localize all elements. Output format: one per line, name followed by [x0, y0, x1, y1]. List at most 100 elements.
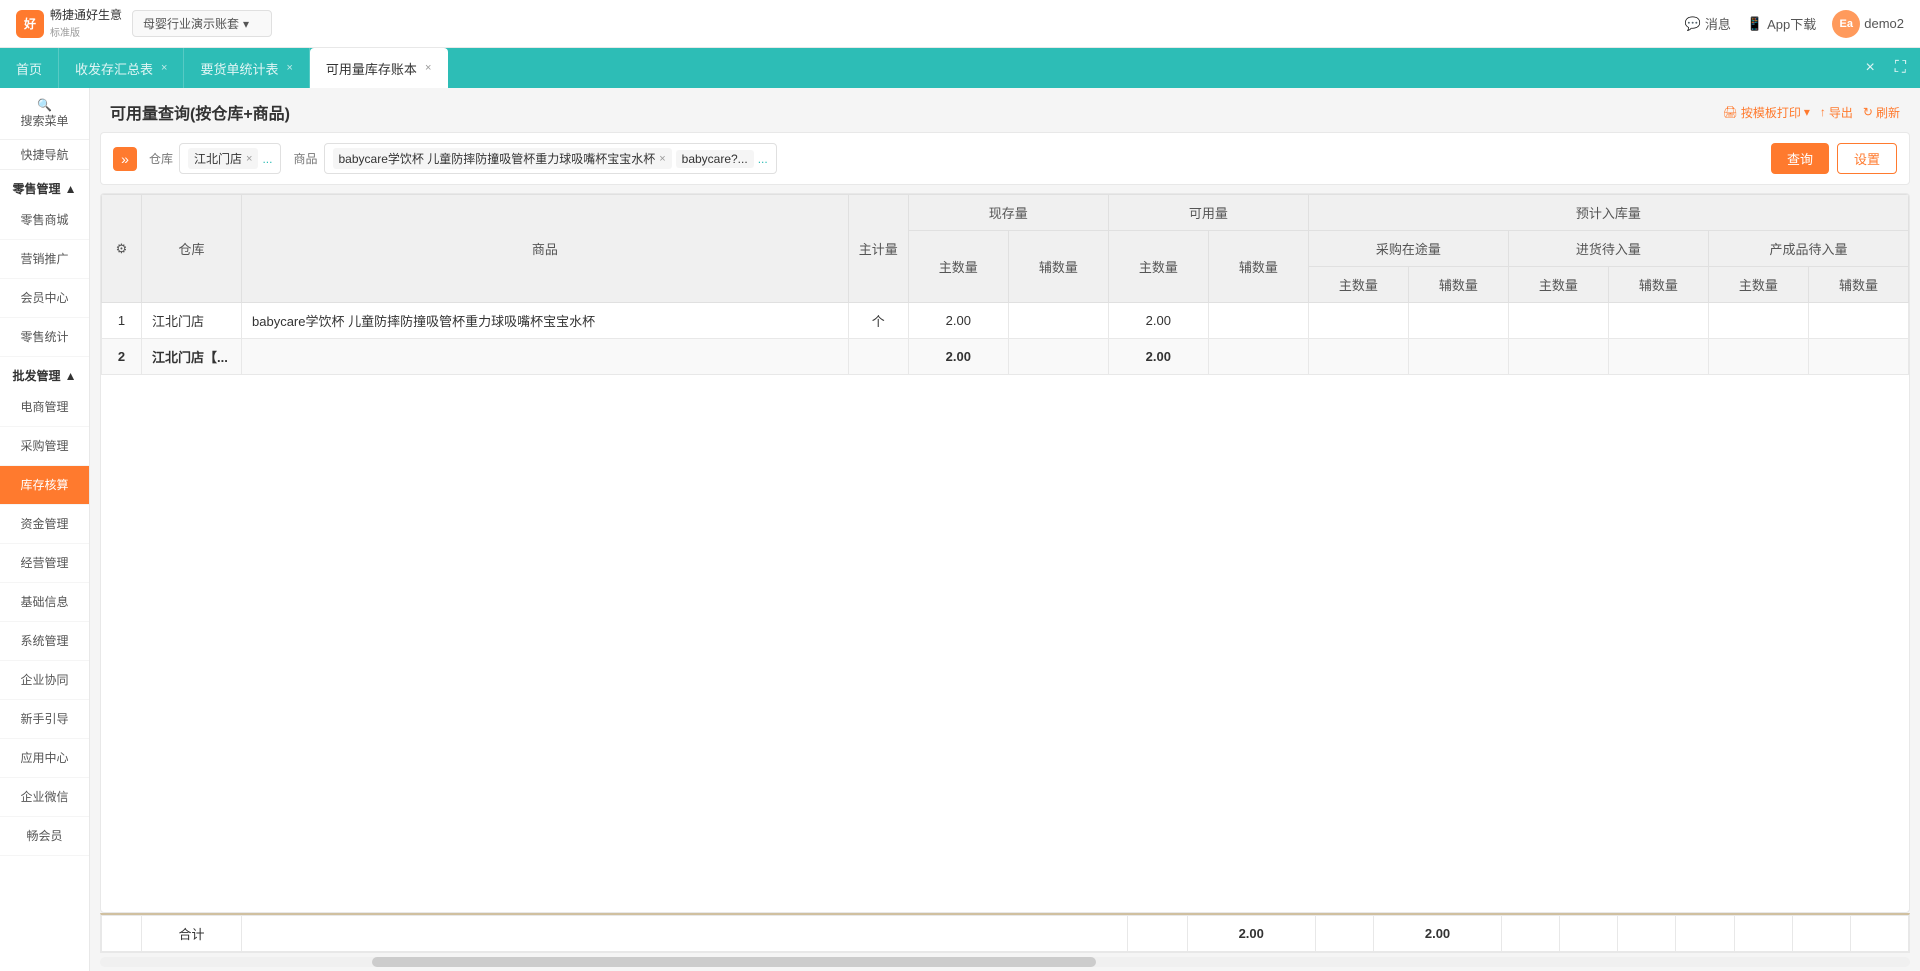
gear-icon: ⚙ [116, 241, 128, 256]
horizontal-scrollbar[interactable] [100, 957, 1910, 967]
row1-index: 1 [102, 303, 142, 339]
sidebar-item-members[interactable]: 会员中心 [0, 279, 89, 318]
row1-warehouse: 江北门店 [142, 303, 242, 339]
print-btn[interactable]: 🖨 按模板打印 ▾ [1723, 104, 1810, 121]
purchase-main-header: 主数量 [1308, 267, 1408, 303]
avatar: Ea [1832, 10, 1860, 38]
industry-selector[interactable]: 母婴行业演示账套 ▾ [132, 10, 272, 37]
sidebar: 🔍 搜索菜单 快捷导航 零售管理 ▲ 零售商城 营销推广 会员中心 零售统计 批… [0, 88, 90, 971]
content-area: 可用量查询(按仓库+商品) 🖨 按模板打印 ▾ ↑ 导出 ↻ 刷新 [90, 88, 1920, 971]
row2-product [242, 339, 849, 375]
row1-incoming-sub [1608, 303, 1708, 339]
user-menu[interactable]: Ea demo2 [1832, 10, 1904, 38]
tab-close-receive[interactable]: × [161, 62, 167, 74]
row2-unit [848, 339, 908, 375]
page-actions: 🖨 按模板打印 ▾ ↑ 导出 ↻ 刷新 [1723, 104, 1900, 121]
sidebar-item-inventory[interactable]: 库存核算 [0, 466, 89, 505]
filter-expand-btn[interactable]: » [113, 147, 137, 171]
row1-avail-main: 2.00 [1108, 303, 1208, 339]
row2-avail-main: 2.00 [1108, 339, 1208, 375]
row1-product: babycare学饮杯 儿童防摔防撞吸管杯重力球吸嘴杯宝宝水杯 [242, 303, 849, 339]
row2-purchase-sub [1408, 339, 1508, 375]
order-stats-label: 要货单统计表 [200, 59, 278, 78]
query-button[interactable]: 查询 [1771, 143, 1829, 174]
tab-close-order[interactable]: × [286, 62, 292, 74]
receive-summary-label: 收发存汇总表 [75, 59, 153, 78]
remove-product-tag1[interactable]: × [659, 153, 665, 165]
sidebar-quick-nav[interactable]: 快捷导航 [0, 140, 89, 170]
home-tab-label: 首页 [16, 59, 42, 78]
row1-incoming-main [1508, 303, 1608, 339]
phone-icon: 📱 [1747, 16, 1763, 32]
table-row: 1 江北门店 babycare学饮杯 儿童防摔防撞吸管杯重力球吸嘴杯宝宝水杯 个… [102, 303, 1909, 339]
tab-receive-summary[interactable]: 收发存汇总表 × [59, 48, 184, 88]
row1-prod-main [1708, 303, 1808, 339]
tab-available-stock[interactable]: 可用量库存账本 × [310, 48, 448, 88]
warehouse-input[interactable]: 江北门店 × ... [179, 143, 281, 174]
warehouse-more[interactable]: ... [262, 152, 272, 166]
incoming-main-header: 主数量 [1508, 267, 1608, 303]
current-main-header: 主数量 [908, 231, 1008, 303]
table-row: 2 江北门店【... 2.00 2.00 [102, 339, 1909, 375]
filter-bar: » 仓库 江北门店 × ... 商品 babycare学饮杯 儿童防摔防撞吸管杯… [100, 132, 1910, 185]
row2-warehouse: 江北门店【... [142, 339, 242, 375]
row1-unit: 个 [848, 303, 908, 339]
top-bar: 好 畅捷通好生意 标准版 母婴行业演示账套 ▾ 💬 消息 📱 App下载 Ea … [0, 0, 1920, 48]
sidebar-item-basic[interactable]: 基础信息 [0, 583, 89, 622]
expand-action[interactable]: ⛶ [1889, 57, 1912, 79]
product-tag2: babycare?... [676, 150, 754, 168]
tab-home[interactable]: 首页 [0, 48, 59, 88]
table-container: ⚙ 仓库 商品 主计量 现存量 可用量 预计入库量 主数量 辅数量 主数量 辅数… [100, 193, 1910, 913]
close-tab-action[interactable]: × [1859, 57, 1880, 79]
row2-current-sub [1008, 339, 1108, 375]
footer-current-main: 2.00 [1187, 916, 1315, 952]
footer-total: 合计 2.00 2.00 [100, 913, 1910, 953]
tab-order-stats[interactable]: 要货单统计表 × [184, 48, 309, 88]
sidebar-item-appstore[interactable]: 应用中心 [0, 739, 89, 778]
sidebar-item-purchase[interactable]: 采购管理 [0, 427, 89, 466]
sidebar-search[interactable]: 🔍 搜索菜单 [0, 88, 89, 140]
wholesale-expand-icon: ▲ [65, 369, 77, 383]
search-icon: 🔍 [8, 98, 81, 112]
sidebar-item-finance[interactable]: 资金管理 [0, 505, 89, 544]
sidebar-item-marketing[interactable]: 营销推广 [0, 240, 89, 279]
refresh-btn[interactable]: ↻ 刷新 [1863, 104, 1900, 121]
sidebar-item-system[interactable]: 系统管理 [0, 622, 89, 661]
sidebar-group-retail[interactable]: 零售管理 ▲ [0, 170, 89, 201]
settings-button[interactable]: 设置 [1837, 143, 1897, 174]
export-btn[interactable]: ↑ 导出 [1820, 104, 1853, 121]
data-table: ⚙ 仓库 商品 主计量 现存量 可用量 预计入库量 主数量 辅数量 主数量 辅数… [101, 194, 1909, 375]
sidebar-item-operations[interactable]: 经营管理 [0, 544, 89, 583]
scroll-thumb[interactable] [372, 957, 1096, 967]
sidebar-item-collab[interactable]: 企业协同 [0, 661, 89, 700]
sidebar-item-ecom[interactable]: 电商管理 [0, 388, 89, 427]
available-stock-label: 可用量库存账本 [326, 59, 417, 78]
product-col-header: 商品 [242, 195, 849, 303]
export-icon: ↑ [1820, 105, 1826, 119]
product-more[interactable]: ... [758, 152, 768, 166]
sidebar-item-wxwork[interactable]: 企业微信 [0, 778, 89, 817]
sidebar-item-retail-stats[interactable]: 零售统计 [0, 318, 89, 357]
remove-warehouse-tag[interactable]: × [246, 153, 252, 165]
sidebar-item-member[interactable]: 畅会员 [0, 817, 89, 856]
refresh-icon: ↻ [1863, 105, 1873, 119]
sidebar-item-newuser[interactable]: 新手引导 [0, 700, 89, 739]
footer-label: 合计 [142, 916, 242, 952]
page-header: 可用量查询(按仓库+商品) 🖨 按模板打印 ▾ ↑ 导出 ↻ 刷新 [90, 88, 1920, 132]
current-stock-header: 现存量 [908, 195, 1108, 231]
unit-col-header: 主计量 [848, 195, 908, 303]
row2-current-main: 2.00 [908, 339, 1008, 375]
print-chevron: ▾ [1804, 105, 1810, 119]
row1-purchase-sub [1408, 303, 1508, 339]
sidebar-item-retail-mall[interactable]: 零售商城 [0, 201, 89, 240]
sidebar-group-wholesale[interactable]: 批发管理 ▲ [0, 357, 89, 388]
incoming-pending-header: 进货待入量 [1508, 231, 1708, 267]
row2-prod-main [1708, 339, 1808, 375]
app-download-btn[interactable]: 📱 App下载 [1747, 14, 1816, 33]
tab-close-available[interactable]: × [425, 62, 431, 74]
product-input[interactable]: babycare学饮杯 儿童防摔防撞吸管杯重力球吸嘴杯宝宝水杯 × babyca… [324, 143, 777, 174]
chevron-down-icon: ▾ [243, 17, 249, 31]
message-btn[interactable]: 💬 消息 [1685, 14, 1731, 33]
settings-col-header[interactable]: ⚙ [102, 195, 142, 303]
page-title: 可用量查询(按仓库+商品) [110, 100, 290, 124]
